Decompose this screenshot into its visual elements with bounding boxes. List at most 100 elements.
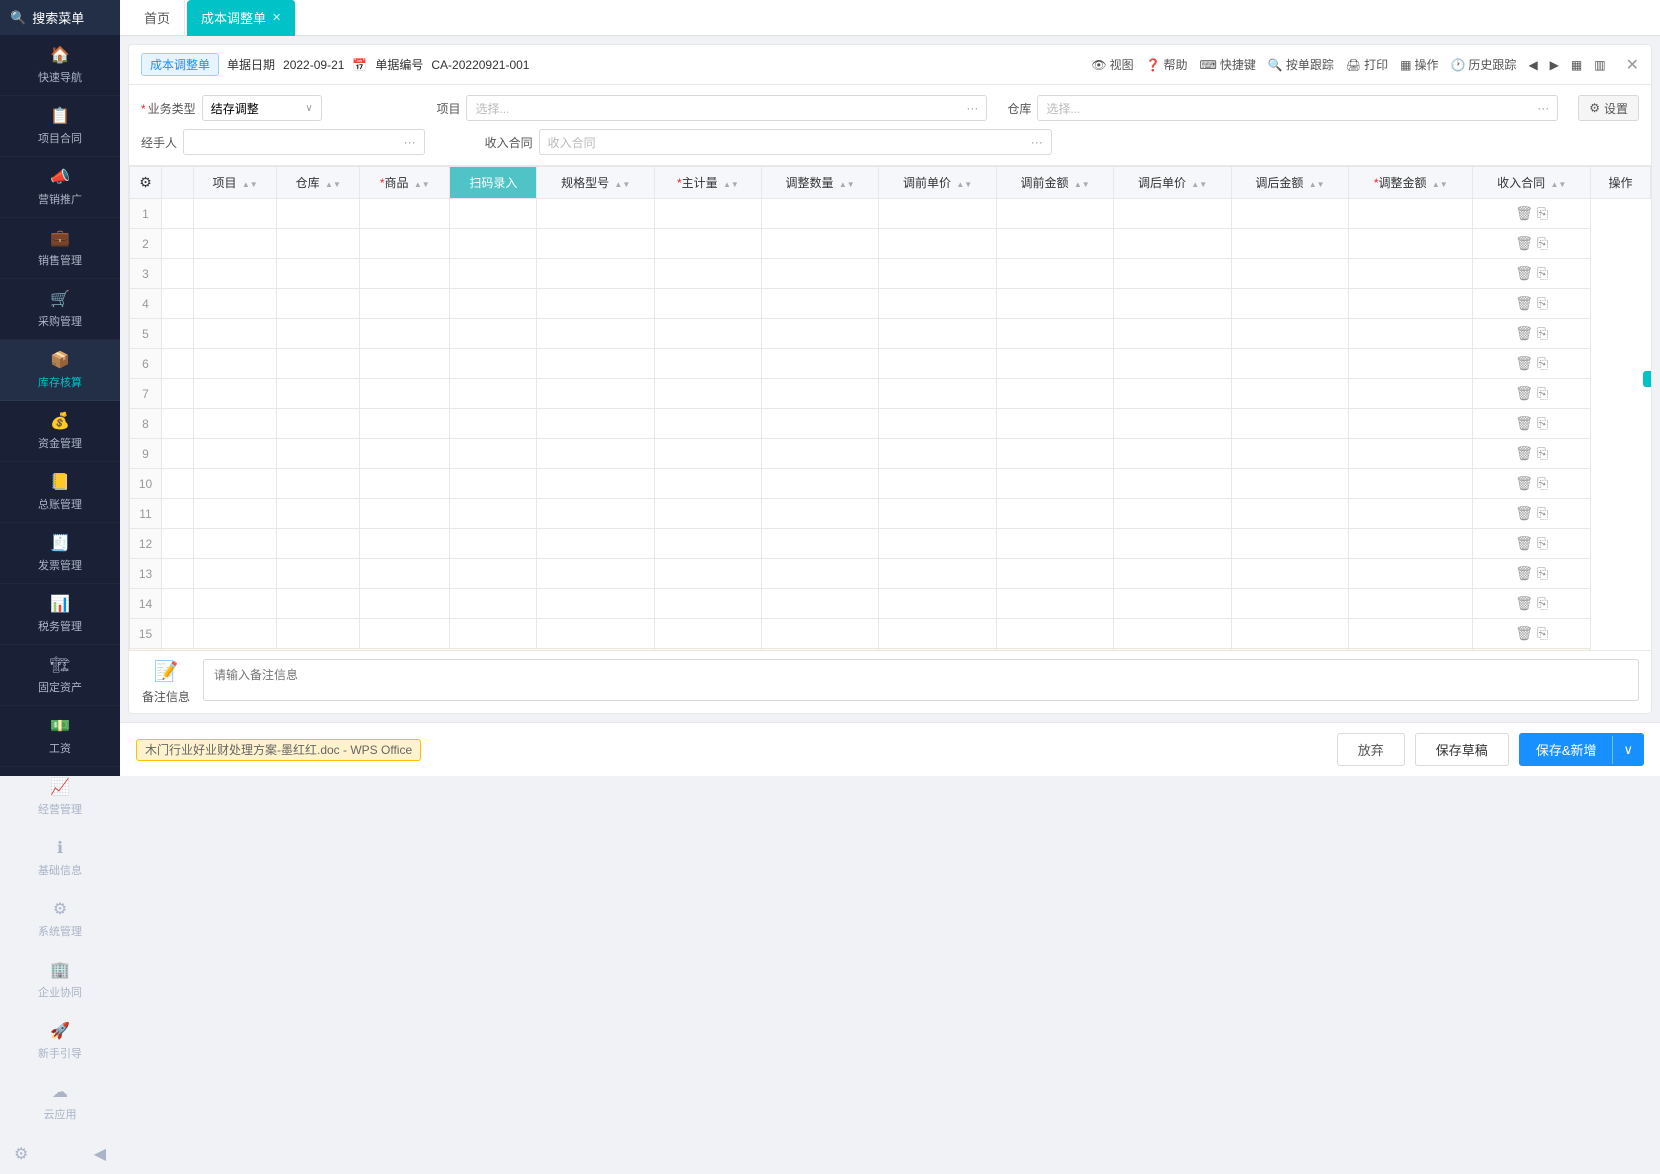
cell-row-12-main-unit[interactable] bbox=[537, 529, 654, 559]
cell-row-7-adjust-qty[interactable] bbox=[654, 379, 761, 409]
copy-row-14-btn[interactable]: ⎘ bbox=[1537, 595, 1548, 612]
cell-row-5-product[interactable] bbox=[277, 319, 360, 349]
cell-row-13-product[interactable] bbox=[277, 559, 360, 589]
sidebar-item-fixed-assets[interactable]: 🏗 固定资产 bbox=[0, 645, 120, 706]
sort-post-amount[interactable]: ▲▼ bbox=[1309, 181, 1325, 189]
sort-spec[interactable]: ▲▼ bbox=[614, 181, 630, 189]
delete-row-6-btn[interactable]: 🗑 bbox=[1515, 355, 1533, 372]
cell-row-13-adjust-qty[interactable] bbox=[654, 559, 761, 589]
delete-row-5-btn[interactable]: 🗑 bbox=[1515, 325, 1533, 342]
cell-row-15-pre-amount[interactable] bbox=[879, 619, 996, 649]
cell-row-11-adjust-qty[interactable] bbox=[654, 499, 761, 529]
sidebar-search[interactable]: 🔍 搜索菜单 bbox=[0, 0, 120, 35]
copy-row-2-btn[interactable]: ⎘ bbox=[1537, 235, 1548, 252]
cell-row-1-post-amount[interactable] bbox=[1114, 199, 1231, 229]
cell-row-6-pre-amount[interactable] bbox=[879, 349, 996, 379]
warehouse-input[interactable]: 选择... ··· bbox=[1037, 95, 1558, 121]
cell-row-15-project[interactable] bbox=[162, 619, 194, 649]
save-new-label[interactable]: 保存&新增 bbox=[1520, 734, 1613, 765]
settings-button[interactable]: ⚙ 设置 bbox=[1578, 95, 1639, 121]
cell-row-15-scan[interactable] bbox=[360, 619, 450, 649]
cell-row-2-main-unit[interactable] bbox=[537, 229, 654, 259]
cell-row-13-scan[interactable] bbox=[360, 559, 450, 589]
cell-row-3-adjust-amount[interactable] bbox=[1231, 259, 1348, 289]
sort-project[interactable]: ▲▼ bbox=[242, 181, 258, 189]
cell-row-14-project[interactable] bbox=[162, 589, 194, 619]
cell-row-5-warehouse[interactable] bbox=[194, 319, 277, 349]
sidebar-item-inventory[interactable]: 📦 库存核算 bbox=[0, 340, 120, 401]
cell-row-12-income-contract[interactable] bbox=[1349, 529, 1473, 559]
copy-row-11-btn[interactable]: ⎘ bbox=[1537, 505, 1548, 522]
nav-next[interactable]: ▶ bbox=[1550, 58, 1559, 72]
cell-row-8-pre-amount[interactable] bbox=[879, 409, 996, 439]
cell-row-5-scan[interactable] bbox=[360, 319, 450, 349]
copy-row-3-btn[interactable]: ⎘ bbox=[1537, 265, 1548, 282]
cell-row-6-adjust-amount[interactable] bbox=[1231, 349, 1348, 379]
cell-row-6-scan[interactable] bbox=[360, 349, 450, 379]
cell-row-5-pre-unit-price[interactable] bbox=[761, 319, 878, 349]
cell-row-1-spec[interactable] bbox=[450, 199, 537, 229]
discard-button[interactable]: 放弃 bbox=[1337, 733, 1405, 766]
cell-row-8-product[interactable] bbox=[277, 409, 360, 439]
project-input[interactable]: 选择... ··· bbox=[466, 95, 987, 121]
cell-row-8-spec[interactable] bbox=[450, 409, 537, 439]
cell-row-7-warehouse[interactable] bbox=[194, 379, 277, 409]
cell-row-9-post-unit-price[interactable] bbox=[996, 439, 1113, 469]
cell-row-12-post-unit-price[interactable] bbox=[996, 529, 1113, 559]
nav-prev[interactable]: ◀ bbox=[1528, 58, 1537, 72]
delete-row-4-btn[interactable]: 🗑 bbox=[1515, 295, 1533, 312]
cell-row-7-main-unit[interactable] bbox=[537, 379, 654, 409]
cell-row-11-post-amount[interactable] bbox=[1114, 499, 1231, 529]
cell-row-11-warehouse[interactable] bbox=[194, 499, 277, 529]
delete-row-10-btn[interactable]: 🗑 bbox=[1515, 475, 1533, 492]
cell-row-12-adjust-qty[interactable] bbox=[654, 529, 761, 559]
cell-row-10-pre-unit-price[interactable] bbox=[761, 469, 878, 499]
cell-row-1-adjust-qty[interactable] bbox=[654, 199, 761, 229]
cell-row-2-income-contract[interactable] bbox=[1349, 229, 1473, 259]
delete-row-13-btn[interactable]: 🗑 bbox=[1515, 565, 1533, 582]
cell-row-12-project[interactable] bbox=[162, 529, 194, 559]
cell-row-3-main-unit[interactable] bbox=[537, 259, 654, 289]
tab-cost-adjust[interactable]: 成本调整单 ✕ bbox=[187, 0, 296, 36]
cell-row-4-warehouse[interactable] bbox=[194, 289, 277, 319]
cell-row-11-product[interactable] bbox=[277, 499, 360, 529]
cell-row-9-project[interactable] bbox=[162, 439, 194, 469]
sidebar-item-sys-mgmt[interactable]: ⚙ 系统管理 bbox=[0, 889, 120, 950]
cell-row-3-scan[interactable] bbox=[360, 259, 450, 289]
cell-row-9-pre-unit-price[interactable] bbox=[761, 439, 878, 469]
cell-row-14-pre-unit-price[interactable] bbox=[761, 589, 878, 619]
cell-row-6-adjust-qty[interactable] bbox=[654, 349, 761, 379]
cell-row-6-main-unit[interactable] bbox=[537, 349, 654, 379]
toolbar-audit[interactable]: 🔍 按单跟踪 bbox=[1268, 56, 1334, 73]
cell-row-3-post-unit-price[interactable] bbox=[996, 259, 1113, 289]
tab-close-cost-adjust[interactable]: ✕ bbox=[272, 11, 281, 24]
cell-row-7-spec[interactable] bbox=[450, 379, 537, 409]
save-draft-button[interactable]: 保存草稿 bbox=[1415, 733, 1509, 766]
cell-row-10-adjust-qty[interactable] bbox=[654, 469, 761, 499]
cell-row-9-adjust-amount[interactable] bbox=[1231, 439, 1348, 469]
right-edge-indicator[interactable] bbox=[1643, 371, 1651, 387]
notes-input[interactable] bbox=[203, 659, 1639, 701]
sidebar-item-ops-mgmt[interactable]: 📈 经营管理 bbox=[0, 767, 120, 828]
cell-row-12-spec[interactable] bbox=[450, 529, 537, 559]
save-new-button[interactable]: 保存&新增 ∨ bbox=[1519, 733, 1644, 766]
cell-row-4-scan[interactable] bbox=[360, 289, 450, 319]
copy-row-5-btn[interactable]: ⎘ bbox=[1537, 325, 1548, 342]
cell-row-4-product[interactable] bbox=[277, 289, 360, 319]
cell-row-7-pre-unit-price[interactable] bbox=[761, 379, 878, 409]
cell-row-9-spec[interactable] bbox=[450, 439, 537, 469]
copy-row-8-btn[interactable]: ⎘ bbox=[1537, 415, 1548, 432]
cell-row-9-scan[interactable] bbox=[360, 439, 450, 469]
copy-row-10-btn[interactable]: ⎘ bbox=[1537, 475, 1548, 492]
cell-row-2-pre-amount[interactable] bbox=[879, 229, 996, 259]
cell-row-11-income-contract[interactable] bbox=[1349, 499, 1473, 529]
sort-adjust-amount[interactable]: ▲▼ bbox=[1432, 181, 1448, 189]
settings-icon[interactable]: ⚙ bbox=[14, 1144, 28, 1164]
cell-row-2-scan[interactable] bbox=[360, 229, 450, 259]
delete-row-7-btn[interactable]: 🗑 bbox=[1515, 385, 1533, 402]
delete-row-9-btn[interactable]: 🗑 bbox=[1515, 445, 1533, 462]
tab-home[interactable]: 首页 bbox=[130, 0, 185, 36]
sidebar-item-payroll[interactable]: 💵 工资 bbox=[0, 706, 120, 767]
cell-row-6-warehouse[interactable] bbox=[194, 349, 277, 379]
delete-row-14-btn[interactable]: 🗑 bbox=[1515, 595, 1533, 612]
